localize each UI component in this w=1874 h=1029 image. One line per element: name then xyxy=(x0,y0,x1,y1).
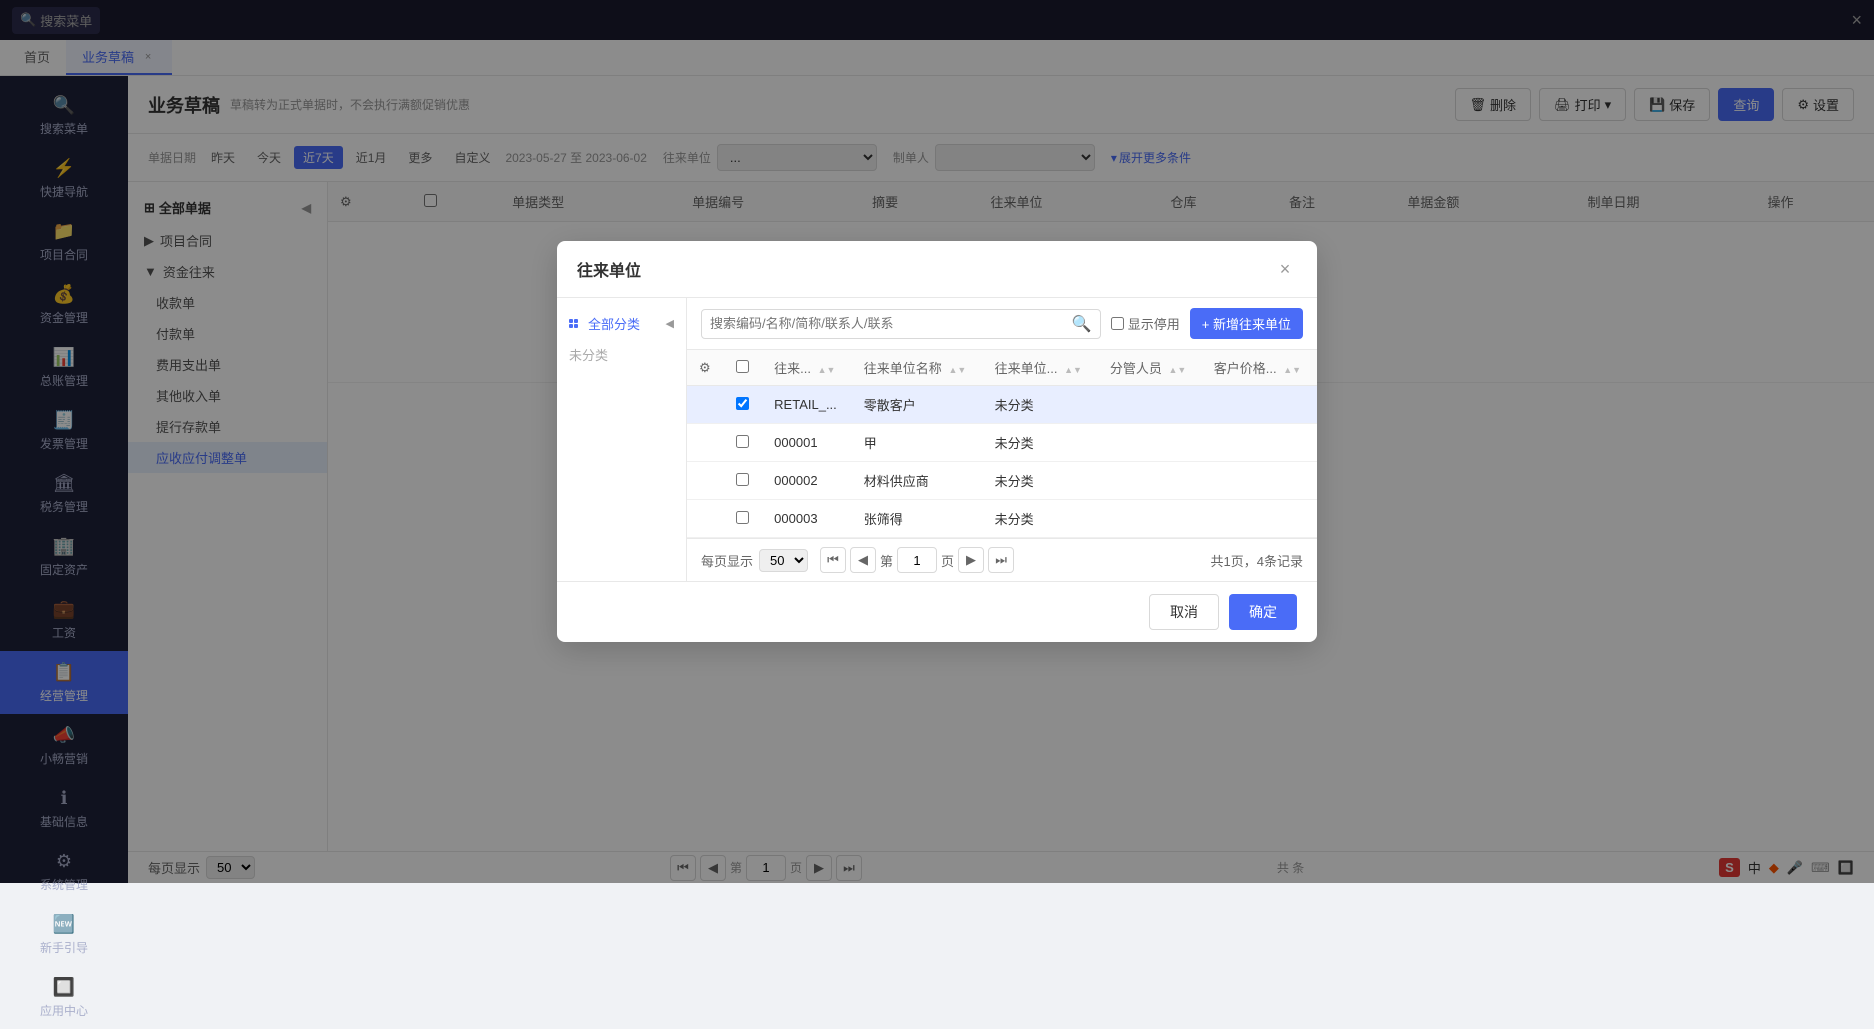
dialog-overlay[interactable]: 往来单位 × 全部分类 xyxy=(0,0,1874,883)
dialog-first-btn[interactable]: ⏮ xyxy=(820,547,846,573)
row-price-cell xyxy=(1202,386,1317,424)
row-assignee-cell xyxy=(1098,424,1202,462)
dialog-tree-unclassified[interactable]: 未分类 xyxy=(557,341,686,368)
dialog-total-info: 共1页，4条记录 xyxy=(1211,551,1303,570)
sort-icon-assignee: ▲▼ xyxy=(1168,366,1186,375)
dialog-table-row[interactable]: 000002 材料供应商 未分类 xyxy=(687,462,1317,500)
row-price-cell xyxy=(1202,462,1317,500)
dialog-col-category: 往来单位... ▲▼ xyxy=(983,350,1098,386)
row-assignee-cell xyxy=(1098,500,1202,538)
settings-icon: ⚙ xyxy=(699,360,711,375)
row-settings-cell xyxy=(687,462,724,500)
row-settings-cell xyxy=(687,500,724,538)
row-name-cell: 甲 xyxy=(852,424,983,462)
row-price-cell xyxy=(1202,500,1317,538)
sidebar-item-apps[interactable]: 🔲 应用中心 xyxy=(0,966,128,1029)
row-code-cell: 000002 xyxy=(762,462,852,500)
dialog-col-settings[interactable]: ⚙ xyxy=(687,350,724,386)
dialog-table: ⚙ 往来... ▲▼ 往来单位名称 xyxy=(687,350,1317,538)
row-category-cell: 未分类 xyxy=(983,462,1098,500)
dialog-per-page: 每页显示 50 xyxy=(701,549,808,572)
dialog-col-name: 往来单位名称 ▲▼ xyxy=(852,350,983,386)
dialog-table-row[interactable]: RETAIL_... 零散客户 未分类 xyxy=(687,386,1317,424)
dialog-next-btn[interactable]: ▶ xyxy=(958,547,984,573)
add-partner-button[interactable]: + 新增往来单位 xyxy=(1190,308,1303,339)
dialog-search-box[interactable]: 🔍 xyxy=(701,309,1101,339)
dialog-close-button[interactable]: × xyxy=(1273,257,1297,281)
dialog-search-input[interactable] xyxy=(710,316,1066,331)
guide-icon: 🆕 xyxy=(53,913,75,935)
dialog-tree-unclassified-label: 未分类 xyxy=(569,348,608,363)
row-price-cell xyxy=(1202,424,1317,462)
collapse-left-icon[interactable]: ◀ xyxy=(666,317,674,330)
dialog-prev-btn[interactable]: ◀ xyxy=(850,547,876,573)
row-checkbox-cell[interactable] xyxy=(724,386,762,424)
dialog-actions: 取消 确定 xyxy=(557,581,1317,642)
dialog-last-btn[interactable]: ⏭ xyxy=(988,547,1014,573)
dialog-per-page-label: 每页显示 xyxy=(701,551,753,570)
row-checkbox-cell[interactable] xyxy=(724,462,762,500)
show-disabled-checkbox[interactable] xyxy=(1111,317,1124,330)
dialog-header: 往来单位 × xyxy=(557,241,1317,298)
row-category-cell: 未分类 xyxy=(983,386,1098,424)
row-assignee-cell xyxy=(1098,386,1202,424)
dialog-tree-all-label: 全部分类 xyxy=(588,314,640,333)
dialog-select-all[interactable] xyxy=(736,360,749,373)
row-settings-cell xyxy=(687,424,724,462)
sort-icon-category: ▲▼ xyxy=(1064,366,1082,375)
dialog-pagination: ⏮ ◀ 第 页 ▶ ⏭ xyxy=(820,547,1014,573)
show-disabled-label: 显示停用 xyxy=(1128,314,1180,333)
dialog-table-row[interactable]: 000003 张筛得 未分类 xyxy=(687,500,1317,538)
dialog-search-icon: 🔍 xyxy=(1072,314,1092,334)
row-checkbox[interactable] xyxy=(736,511,749,524)
row-code-cell: RETAIL_... xyxy=(762,386,852,424)
sort-icon-name: ▲▼ xyxy=(948,366,966,375)
dialog-body: 全部分类 ◀ 未分类 🔍 显示停用 xyxy=(557,298,1317,581)
row-name-cell: 零散客户 xyxy=(852,386,983,424)
dialog-tree-all[interactable]: 全部分类 ◀ xyxy=(557,306,686,341)
dialog-per-page-select[interactable]: 50 xyxy=(759,549,808,572)
dialog-col-checkbox[interactable] xyxy=(724,350,762,386)
cancel-button[interactable]: 取消 xyxy=(1149,594,1219,630)
dialog-title: 往来单位 xyxy=(577,257,641,281)
row-checkbox-cell[interactable] xyxy=(724,500,762,538)
dialog-col-code: 往来... ▲▼ xyxy=(762,350,852,386)
dialog-page-suffix: 页 xyxy=(941,551,954,570)
row-checkbox[interactable] xyxy=(736,397,749,410)
dialog-col-assignee: 分管人员 ▲▼ xyxy=(1098,350,1202,386)
apps-icon: 🔲 xyxy=(53,976,75,998)
row-settings-cell xyxy=(687,386,724,424)
show-disabled-checkbox-label[interactable]: 显示停用 xyxy=(1111,314,1180,333)
add-partner-label: + 新增往来单位 xyxy=(1202,314,1291,333)
dialog-table-wrapper: ⚙ 往来... ▲▼ 往来单位名称 xyxy=(687,350,1317,538)
dialog-page-input[interactable] xyxy=(897,547,937,573)
sort-icon-price: ▲▼ xyxy=(1283,366,1301,375)
partner-dialog: 往来单位 × 全部分类 xyxy=(557,241,1317,642)
dialog-sidebar: 全部分类 ◀ 未分类 xyxy=(557,298,687,581)
dialog-col-price: 客户价格... ▲▼ xyxy=(1202,350,1317,386)
sidebar-label-guide: 新手引导 xyxy=(40,939,88,956)
dialog-page-label: 第 xyxy=(880,551,893,570)
dialog-main: 🔍 显示停用 + 新增往来单位 xyxy=(687,298,1317,581)
dialog-pagination-bar: 每页显示 50 ⏮ ◀ 第 页 ▶ ⏭ 共1页，4条记录 xyxy=(687,538,1317,581)
sort-icon-code: ▲▼ xyxy=(818,366,836,375)
dialog-table-row[interactable]: 000001 甲 未分类 xyxy=(687,424,1317,462)
row-code-cell: 000001 xyxy=(762,424,852,462)
row-checkbox-cell[interactable] xyxy=(724,424,762,462)
row-code-cell: 000003 xyxy=(762,500,852,538)
row-name-cell: 张筛得 xyxy=(852,500,983,538)
grid-dot-icon xyxy=(569,319,578,328)
row-checkbox[interactable] xyxy=(736,435,749,448)
sidebar-item-guide[interactable]: 🆕 新手引导 xyxy=(0,903,128,966)
row-category-cell: 未分类 xyxy=(983,500,1098,538)
dialog-toolbar: 🔍 显示停用 + 新增往来单位 xyxy=(687,298,1317,350)
row-category-cell: 未分类 xyxy=(983,424,1098,462)
confirm-button[interactable]: 确定 xyxy=(1229,594,1297,630)
sidebar-label-apps: 应用中心 xyxy=(40,1002,88,1019)
row-checkbox[interactable] xyxy=(736,473,749,486)
row-assignee-cell xyxy=(1098,462,1202,500)
row-name-cell: 材料供应商 xyxy=(852,462,983,500)
